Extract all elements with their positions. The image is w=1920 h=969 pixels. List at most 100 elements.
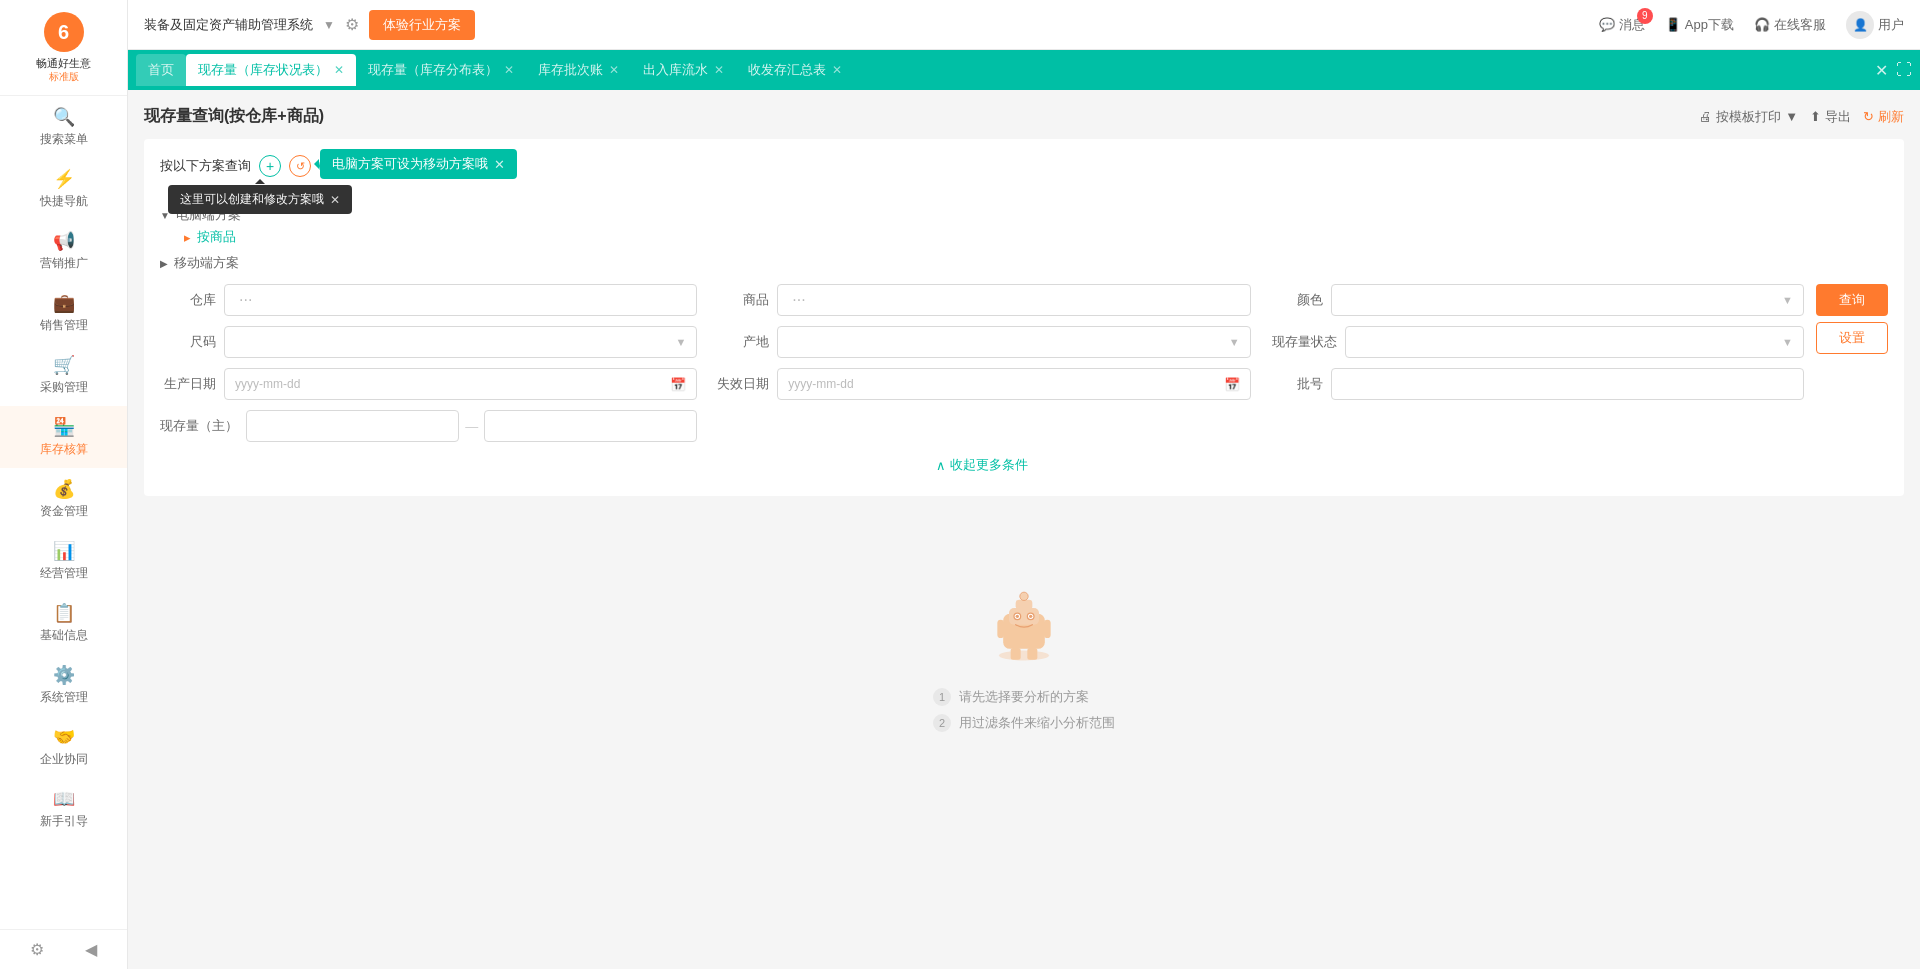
search-nav-icon: 🔍 bbox=[53, 106, 75, 128]
warehouse-input[interactable]: ··· bbox=[224, 284, 697, 316]
form-row-exp-date: 失效日期 yyyy-mm-dd 📅 bbox=[713, 368, 1250, 400]
form-grid-wrapper: 仓库 ··· 商品 ··· 颜色 bbox=[160, 284, 1804, 480]
sidebar-item-sales[interactable]: 💼 销售管理 bbox=[0, 282, 127, 344]
scheme-group-mobile: ▶ 移动端方案 bbox=[160, 250, 1888, 276]
exp-date-input[interactable]: yyyy-mm-dd 📅 bbox=[777, 368, 1250, 400]
sidebar-bottom: ⚙ ◀ bbox=[0, 929, 127, 969]
mobile-scheme-toggle[interactable]: ▶ bbox=[160, 258, 168, 269]
tab-stock-status[interactable]: 现存量（库存状况表） ✕ bbox=[186, 54, 356, 86]
header-settings-icon[interactable]: ⚙ bbox=[345, 15, 359, 34]
exp-date-icon[interactable]: 📅 bbox=[1224, 377, 1240, 392]
top-header: 装备及固定资产辅助管理系统 ▼ ⚙ 体验行业方案 💬 消息 9 📱 App下载 … bbox=[128, 0, 1920, 50]
desktop-scheme-dot: ▸ bbox=[184, 230, 191, 245]
tab-batch-ledger[interactable]: 库存批次账 ✕ bbox=[526, 54, 631, 86]
scheme-group-mobile-header[interactable]: ▶ 移动端方案 bbox=[160, 250, 1888, 276]
title-actions: 🖨 按模板打印 ▼ ⬆ 导出 ↻ 刷新 bbox=[1699, 108, 1904, 126]
avatar: 👤 bbox=[1846, 11, 1874, 39]
edit-scheme-button[interactable]: ↺ bbox=[289, 155, 311, 177]
collapse-row[interactable]: ∧ 收起更多条件 bbox=[160, 450, 1804, 480]
tab-close-recv-summary[interactable]: ✕ bbox=[832, 63, 842, 77]
basic-icon: 📋 bbox=[53, 602, 75, 624]
scheme-group-desktop-header[interactable]: ▼ 电脑端方案 bbox=[160, 202, 1888, 228]
tab-close-stock-dist[interactable]: ✕ bbox=[504, 63, 514, 77]
online-support-action[interactable]: 🎧 在线客服 bbox=[1754, 16, 1826, 34]
headset-icon: 🎧 bbox=[1754, 17, 1770, 32]
sidebar-item-enterprise[interactable]: 🤝 企业协同 bbox=[0, 716, 127, 778]
tab-in-out[interactable]: 出入库流水 ✕ bbox=[631, 54, 736, 86]
empty-tips: 1 请先选择要分析的方案 2 用过滤条件来缩小分析范围 bbox=[933, 688, 1115, 732]
print-action[interactable]: 🖨 按模板打印 ▼ bbox=[1699, 108, 1798, 126]
print-dropdown-icon[interactable]: ▼ bbox=[1785, 109, 1798, 124]
sidebar-item-system[interactable]: ⚙️ 系统管理 bbox=[0, 654, 127, 716]
origin-select[interactable]: ▼ bbox=[777, 326, 1250, 358]
stock-status-select[interactable]: ▼ bbox=[1345, 326, 1804, 358]
prod-date-icon[interactable]: 📅 bbox=[670, 377, 686, 392]
collapse-sidebar-icon[interactable]: ◀ bbox=[85, 940, 97, 959]
tab-close-in-out[interactable]: ✕ bbox=[714, 63, 724, 77]
stock-qty-range: — bbox=[246, 410, 697, 442]
notification-action[interactable]: 💬 消息 9 bbox=[1599, 16, 1645, 34]
settings-bottom-icon[interactable]: ⚙ bbox=[30, 940, 44, 959]
user-action[interactable]: 👤 用户 bbox=[1846, 11, 1904, 39]
marketing-icon: 📢 bbox=[53, 230, 75, 252]
product-input[interactable]: ··· bbox=[777, 284, 1250, 316]
color-arrow-icon: ▼ bbox=[1782, 294, 1793, 306]
svg-rect-8 bbox=[1044, 620, 1051, 638]
tooltip-1-close[interactable]: ✕ bbox=[494, 157, 505, 172]
form-row-stock-qty: 现存量（主） — bbox=[160, 410, 697, 442]
sidebar-item-operations[interactable]: 📊 经营管理 bbox=[0, 530, 127, 592]
maximize-icon[interactable]: ⛶ bbox=[1896, 61, 1912, 80]
batch-text-input[interactable] bbox=[1342, 377, 1793, 392]
settings-button[interactable]: 设置 bbox=[1816, 322, 1888, 354]
add-scheme-button[interactable]: + bbox=[259, 155, 281, 177]
guide-icon: 📖 bbox=[53, 788, 75, 810]
warehouse-dots[interactable]: ··· bbox=[235, 291, 256, 309]
sidebar-item-inventory[interactable]: 🏪 库存核算 bbox=[0, 406, 127, 468]
tab-bar-controls: ✕ ⛶ bbox=[1875, 61, 1912, 80]
sales-icon: 💼 bbox=[53, 292, 75, 314]
sidebar: 6 畅通好生意 标准版 🔍 搜索菜单 ⚡ 快捷导航 📢 营销推广 💼 销售管理 … bbox=[0, 0, 128, 969]
export-icon: ⬆ bbox=[1810, 109, 1821, 124]
scheme-tooltip-1: 电脑方案可设为移动方案哦 ✕ bbox=[320, 149, 517, 179]
mobile-icon: 📱 bbox=[1665, 17, 1681, 32]
svg-rect-9 bbox=[1011, 648, 1021, 660]
svg-point-6 bbox=[1029, 615, 1032, 618]
refresh-icon: ↻ bbox=[1863, 109, 1874, 124]
query-button[interactable]: 查询 bbox=[1816, 284, 1888, 316]
sidebar-item-shortcut[interactable]: ⚡ 快捷导航 bbox=[0, 158, 127, 220]
batch-input[interactable] bbox=[1331, 368, 1804, 400]
size-select[interactable]: ▼ bbox=[224, 326, 697, 358]
tooltip-2-close[interactable]: ✕ bbox=[330, 193, 340, 207]
stock-qty-max[interactable] bbox=[484, 410, 697, 442]
close-all-tabs-icon[interactable]: ✕ bbox=[1875, 61, 1888, 80]
experience-button[interactable]: 体验行业方案 bbox=[369, 10, 475, 40]
sidebar-item-search[interactable]: 🔍 搜索菜单 bbox=[0, 96, 127, 158]
color-select[interactable]: ▼ bbox=[1331, 284, 1804, 316]
export-action[interactable]: ⬆ 导出 bbox=[1810, 108, 1851, 126]
header-left: 装备及固定资产辅助管理系统 ▼ ⚙ 体验行业方案 bbox=[144, 10, 475, 40]
tab-home[interactable]: 首页 bbox=[136, 54, 186, 86]
product-dots[interactable]: ··· bbox=[788, 291, 809, 309]
tab-stock-dist[interactable]: 现存量（库存分布表） ✕ bbox=[356, 54, 526, 86]
app-download-action[interactable]: 📱 App下载 bbox=[1665, 16, 1734, 34]
svg-point-12 bbox=[1020, 592, 1028, 600]
stock-qty-min[interactable] bbox=[246, 410, 459, 442]
sidebar-item-finance[interactable]: 💰 资金管理 bbox=[0, 468, 127, 530]
tab-close-batch-ledger[interactable]: ✕ bbox=[609, 63, 619, 77]
form-row-color: 颜色 ▼ bbox=[1267, 284, 1804, 316]
svg-rect-11 bbox=[1016, 600, 1033, 610]
tab-recv-summary[interactable]: 收发存汇总表 ✕ bbox=[736, 54, 854, 86]
search-panel: 按以下方案查询 + ↺ « 电脑方案可设为移动方案哦 ✕ 这里可以创建和修改方案… bbox=[144, 139, 1904, 496]
form-row-batch: 批号 bbox=[1267, 368, 1804, 400]
tab-close-stock-status[interactable]: ✕ bbox=[334, 63, 344, 77]
range-separator: — bbox=[465, 419, 478, 434]
sidebar-item-purchase[interactable]: 🛒 采购管理 bbox=[0, 344, 127, 406]
desktop-scheme-item[interactable]: ▸ 按商品 bbox=[184, 228, 1888, 246]
header-dropdown-icon[interactable]: ▼ bbox=[323, 18, 335, 32]
sidebar-item-marketing[interactable]: 📢 营销推广 bbox=[0, 220, 127, 282]
refresh-action[interactable]: ↻ 刷新 bbox=[1863, 108, 1904, 126]
sidebar-item-basic[interactable]: 📋 基础信息 bbox=[0, 592, 127, 654]
sidebar-item-guide[interactable]: 📖 新手引导 bbox=[0, 778, 127, 840]
sidebar-nav: 🔍 搜索菜单 ⚡ 快捷导航 📢 营销推广 💼 销售管理 🛒 采购管理 🏪 库存核… bbox=[0, 96, 127, 929]
prod-date-input[interactable]: yyyy-mm-dd 📅 bbox=[224, 368, 697, 400]
